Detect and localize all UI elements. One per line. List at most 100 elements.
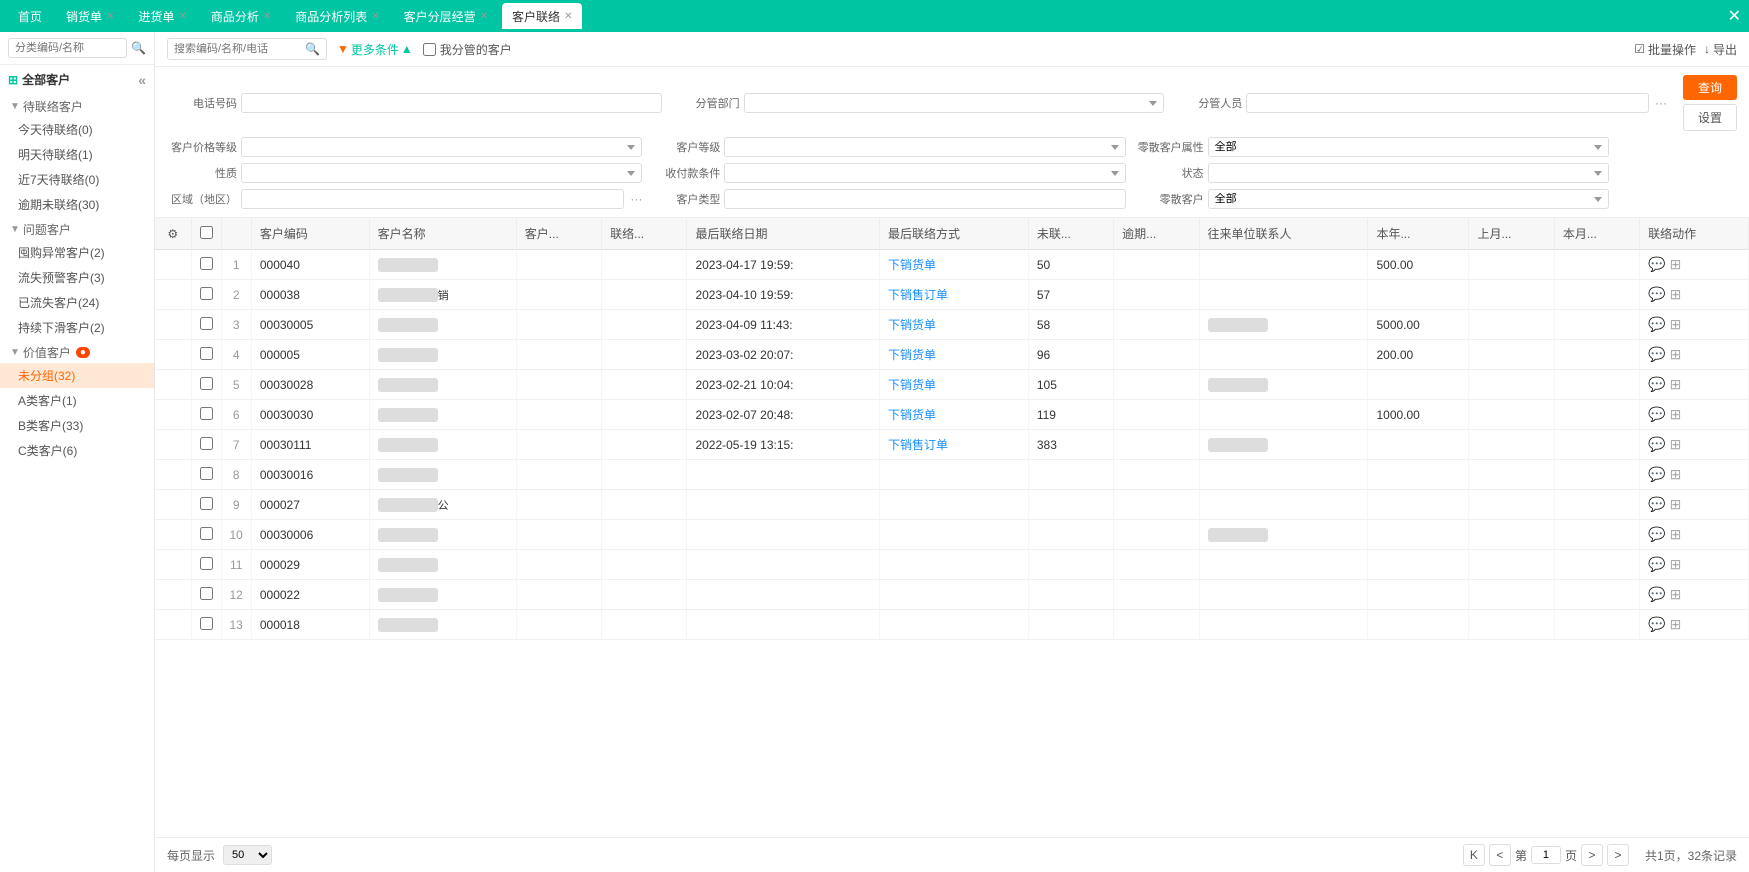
filter-phone-input[interactable] xyxy=(241,93,662,113)
cell-check-1[interactable] xyxy=(191,280,221,310)
filter-retail-customer-select[interactable]: 全部 xyxy=(1208,189,1609,209)
export-btn[interactable]: ↓ 导出 xyxy=(1704,41,1737,58)
col-code[interactable]: 客户编码 xyxy=(251,218,369,250)
row-checkbox-11[interactable] xyxy=(200,587,213,600)
sidebar-item-abnormal[interactable]: 囤购异常客户(2) xyxy=(0,240,154,265)
cell-lastway-4[interactable]: 下销货单 xyxy=(879,370,1028,400)
sidebar-item-classB[interactable]: B类客户(33) xyxy=(0,413,154,438)
close-product-analysis-icon[interactable]: ✕ xyxy=(263,11,271,22)
reset-button[interactable]: 设置 xyxy=(1683,104,1737,131)
last-way-link-1[interactable]: 下销售订单 xyxy=(888,288,948,302)
col-last-way[interactable]: 最后联络方式 xyxy=(879,218,1028,250)
filter-search-icon[interactable]: 🔍 xyxy=(305,42,320,56)
my-customers-filter[interactable]: 我分管的客户 xyxy=(423,41,512,58)
filter-customer-grade-select[interactable] xyxy=(724,137,1125,157)
filter-status-select[interactable] xyxy=(1208,163,1609,183)
row-checkbox-0[interactable] xyxy=(200,257,213,270)
row-checkbox-3[interactable] xyxy=(200,347,213,360)
cell-check-3[interactable] xyxy=(191,340,221,370)
row-checkbox-12[interactable] xyxy=(200,617,213,630)
chat-icon-4[interactable]: 💬 xyxy=(1648,376,1665,393)
grid-action-icon-0[interactable]: ⊞ xyxy=(1670,256,1682,273)
chat-icon-1[interactable]: 💬 xyxy=(1648,286,1665,303)
col-last-month[interactable]: 上月... xyxy=(1469,218,1554,250)
row-checkbox-8[interactable] xyxy=(200,497,213,510)
chat-icon-11[interactable]: 💬 xyxy=(1648,586,1665,603)
chat-icon-6[interactable]: 💬 xyxy=(1648,436,1665,453)
filter-dept-select[interactable] xyxy=(744,93,1165,113)
cell-lastway-7[interactable] xyxy=(879,460,1028,490)
group-pending-label[interactable]: ▼ 待联络客户 xyxy=(0,94,154,117)
grid-action-icon-4[interactable]: ⊞ xyxy=(1670,376,1682,393)
close-product-list-icon[interactable]: ✕ xyxy=(371,11,379,22)
filter-customer-type-input[interactable] xyxy=(724,189,1125,209)
cell-check-12[interactable] xyxy=(191,610,221,640)
close-customer-contact-icon[interactable]: ✕ xyxy=(564,11,572,22)
current-page-input[interactable] xyxy=(1531,846,1561,864)
group-problem-label[interactable]: ▼ 问题客户 xyxy=(0,217,154,240)
collapse-sidebar-icon[interactable]: « xyxy=(138,72,146,88)
more-conditions-btn[interactable]: ▼ 更多条件 ▲ xyxy=(337,41,413,58)
grid-action-icon-10[interactable]: ⊞ xyxy=(1670,556,1682,573)
last-way-link-6[interactable]: 下销售订单 xyxy=(888,438,948,452)
tab-product-list[interactable]: 商品分析列表 ✕ xyxy=(285,3,389,29)
last-way-link-0[interactable]: 下销货单 xyxy=(888,258,936,272)
chat-icon-10[interactable]: 💬 xyxy=(1648,556,1665,573)
batch-op-btn[interactable]: ☑ 批量操作 xyxy=(1634,41,1696,58)
col-overdue[interactable]: 逾期... xyxy=(1114,218,1199,250)
filter-payment-select[interactable] xyxy=(724,163,1125,183)
col-this-year[interactable]: 本年... xyxy=(1368,218,1469,250)
sidebar-item-classA[interactable]: A类客户(1) xyxy=(0,388,154,413)
query-button[interactable]: 查询 xyxy=(1683,75,1737,100)
sidebar-item-overdue[interactable]: 逾期未联络(30) xyxy=(0,192,154,217)
cell-lastway-5[interactable]: 下销货单 xyxy=(879,400,1028,430)
group-value-label[interactable]: ▼ 价值客户 ● xyxy=(0,340,154,363)
grid-action-icon-7[interactable]: ⊞ xyxy=(1670,466,1682,483)
last-way-link-3[interactable]: 下销货单 xyxy=(888,348,936,362)
chat-icon-8[interactable]: 💬 xyxy=(1648,496,1665,513)
col-contact[interactable]: 联络... xyxy=(602,218,687,250)
tab-product-analysis[interactable]: 商品分析 ✕ xyxy=(201,3,281,29)
row-checkbox-1[interactable] xyxy=(200,287,213,300)
row-checkbox-5[interactable] xyxy=(200,407,213,420)
tab-purchase[interactable]: 进货单 ✕ xyxy=(128,3,196,29)
all-customers-header[interactable]: ⊞ 全部客户 « xyxy=(0,65,154,94)
cell-lastway-10[interactable] xyxy=(879,550,1028,580)
chat-icon-7[interactable]: 💬 xyxy=(1648,466,1665,483)
col-contact-person[interactable]: 往来单位联系人 xyxy=(1199,218,1368,250)
last-way-link-4[interactable]: 下销货单 xyxy=(888,378,936,392)
sidebar-item-ungrouped[interactable]: 未分组(32) xyxy=(0,363,154,388)
row-checkbox-2[interactable] xyxy=(200,317,213,330)
grid-action-icon-11[interactable]: ⊞ xyxy=(1670,586,1682,603)
chat-icon-12[interactable]: 💬 xyxy=(1648,616,1665,633)
cell-check-5[interactable] xyxy=(191,400,221,430)
filter-retail-attr-select[interactable]: 全部 xyxy=(1208,137,1609,157)
row-checkbox-6[interactable] xyxy=(200,437,213,450)
cell-lastway-2[interactable]: 下销货单 xyxy=(879,310,1028,340)
grid-action-icon-3[interactable]: ⊞ xyxy=(1670,346,1682,363)
chat-icon-0[interactable]: 💬 xyxy=(1648,256,1665,273)
chat-icon-3[interactable]: 💬 xyxy=(1648,346,1665,363)
my-customers-checkbox[interactable] xyxy=(423,43,436,56)
cell-check-0[interactable] xyxy=(191,250,221,280)
tab-customer-contact[interactable]: 客户联络 ✕ xyxy=(502,3,582,29)
next-page-btn[interactable]: > xyxy=(1581,844,1603,866)
tab-sales[interactable]: 销货单 ✕ xyxy=(56,3,124,29)
row-checkbox-9[interactable] xyxy=(200,527,213,540)
row-checkbox-10[interactable] xyxy=(200,557,213,570)
sidebar-item-declining[interactable]: 持续下滑客户(2) xyxy=(0,315,154,340)
select-all-checkbox[interactable] xyxy=(200,226,213,239)
col-this-month[interactable]: 本月... xyxy=(1554,218,1639,250)
sidebar-search-input[interactable] xyxy=(8,38,127,58)
cell-lastway-12[interactable] xyxy=(879,610,1028,640)
col-last-date[interactable]: 最后联络日期 xyxy=(687,218,880,250)
cell-check-7[interactable] xyxy=(191,460,221,490)
filter-nature-select[interactable] xyxy=(241,163,642,183)
col-check[interactable] xyxy=(191,218,221,250)
sidebar-search-icon[interactable]: 🔍 xyxy=(131,41,146,55)
sidebar-item-warning[interactable]: 流失预警客户(3) xyxy=(0,265,154,290)
last-way-link-2[interactable]: 下销货单 xyxy=(888,318,936,332)
col-type[interactable]: 客户... xyxy=(516,218,601,250)
tab-home[interactable]: 首页 xyxy=(8,3,52,29)
sidebar-item-lost[interactable]: 已流失客户(24) xyxy=(0,290,154,315)
